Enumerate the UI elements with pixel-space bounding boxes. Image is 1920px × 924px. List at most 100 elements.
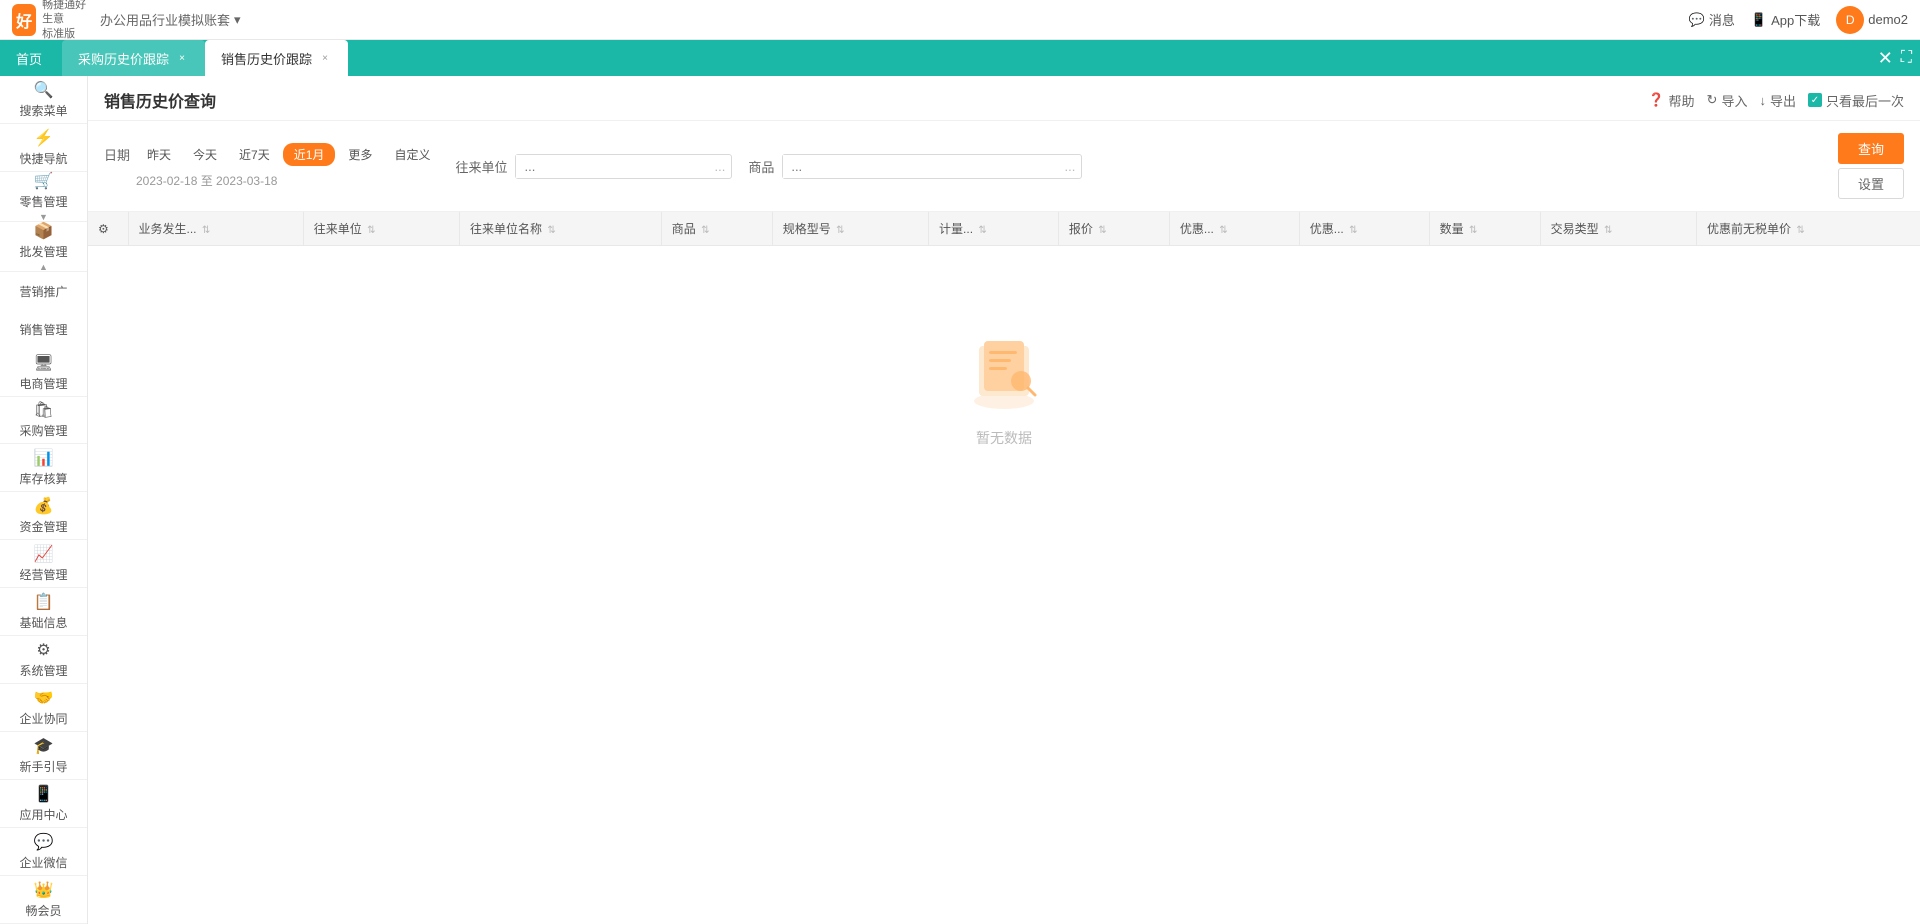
sidebar-item-wholesale-mgmt[interactable]: 📦 批发管理 ▲: [0, 222, 87, 272]
logo-text: 畅捷通好生意 标准版: [42, 0, 92, 41]
collab-icon: 🤝: [34, 688, 54, 708]
th-pre-tax-price-label: 优惠前无税单价: [1707, 222, 1791, 236]
th-partner-name[interactable]: 往来单位名称 ⇅: [460, 212, 662, 246]
th-partner-code-label: 往来单位: [314, 222, 362, 236]
import-icon: ↻: [1707, 92, 1718, 108]
sort-partner-code-icon: ⇅: [367, 225, 375, 236]
partner-input-wrap: ...: [515, 154, 732, 179]
sidebar-finance-label: 资金管理: [19, 518, 67, 535]
logo-line2: 标准版: [42, 27, 92, 41]
only-last-checkbox-wrap[interactable]: 只看最后一次: [1808, 91, 1904, 110]
app-download-button[interactable]: 📱 App下载: [1751, 10, 1820, 29]
sidebar-item-enterprise-collab[interactable]: 🤝 企业协同: [0, 684, 87, 732]
th-quantity-label: 数量: [1440, 222, 1464, 236]
th-quantity[interactable]: 数量 ⇅: [1429, 212, 1540, 246]
empty-image: [959, 326, 1049, 416]
th-partner-code[interactable]: 往来单位 ⇅: [303, 212, 459, 246]
user-menu[interactable]: D demo2: [1836, 6, 1908, 34]
date-btn-1month[interactable]: 近1月: [283, 143, 336, 166]
tab-bar: 首页 采购历史价跟踪 × 销售历史价跟踪 × ✕ ⛶: [0, 40, 1920, 76]
th-discount2[interactable]: 优惠... ⇅: [1299, 212, 1429, 246]
date-btn-more[interactable]: 更多: [339, 143, 381, 166]
sidebar-basic-label: 基础信息: [19, 614, 67, 631]
sidebar-item-system-mgmt[interactable]: ⚙ 系统管理: [0, 636, 87, 684]
date-filter-group: 日期 昨天 今天 近7天 近1月 更多 自定义 2023-02-18 至 202…: [104, 143, 439, 189]
product-input[interactable]: [783, 155, 1058, 178]
sidebar-item-app-center[interactable]: 📱 应用中心: [0, 780, 87, 828]
sidebar-item-basic-info[interactable]: 📋 基础信息: [0, 588, 87, 636]
sidebar-item-finance[interactable]: 💰 资金管理: [0, 492, 87, 540]
sidebar-item-inventory[interactable]: 📊 库存核算: [0, 444, 87, 492]
th-discount2-label: 优惠...: [1310, 222, 1344, 236]
export-action[interactable]: ↓ 导出: [1759, 91, 1796, 110]
th-biz-date[interactable]: 业务发生... ⇅: [128, 212, 303, 246]
sidebar-sub-marketing[interactable]: 营销推广: [0, 272, 87, 310]
th-price[interactable]: 报价 ⇅: [1058, 212, 1169, 246]
tab-sales-history-label: 销售历史价跟踪: [221, 49, 312, 68]
page: 销售历史价查询 ❓ 帮助 ↻ 导入 ↓ 导出: [88, 76, 1920, 924]
member-icon: 👑: [34, 880, 54, 900]
logo-symbol: 好: [16, 8, 32, 32]
th-pre-tax-price[interactable]: 优惠前无税单价 ⇅: [1696, 212, 1920, 246]
tab-sales-history[interactable]: 销售历史价跟踪 ×: [205, 40, 348, 76]
settings-button[interactable]: 设置: [1838, 168, 1904, 199]
th-trade-type[interactable]: 交易类型 ⇅: [1540, 212, 1696, 246]
sidebar-item-quick-nav[interactable]: ⚡ 快捷导航: [0, 124, 87, 172]
sidebar-item-search-menu[interactable]: 🔍 搜索菜单: [0, 76, 87, 124]
th-unit[interactable]: 计量... ⇅: [929, 212, 1059, 246]
th-product[interactable]: 商品 ⇅: [661, 212, 772, 246]
partner-input-dots[interactable]: ...: [708, 155, 731, 178]
top-bar-right: 💬 消息 📱 App下载 D demo2: [1689, 6, 1908, 34]
sidebar-item-operations[interactable]: 📈 经营管理: [0, 540, 87, 588]
sidebar-retail-label: 零售管理: [19, 193, 67, 210]
sidebar-item-member[interactable]: 👑 畅会员: [0, 876, 87, 924]
sidebar-item-enterprise-wechat[interactable]: 💬 企业微信: [0, 828, 87, 876]
tab-home[interactable]: 首页: [0, 40, 58, 76]
partner-input[interactable]: [516, 155, 708, 178]
sort-pre-tax-icon: ⇅: [1796, 225, 1804, 236]
th-gear[interactable]: ⚙: [88, 212, 128, 246]
operations-icon: 📈: [34, 544, 54, 564]
sidebar-sales-label: 销售管理: [19, 321, 67, 338]
tab-purchase-history-close[interactable]: ×: [175, 51, 189, 65]
only-last-checkbox[interactable]: [1808, 93, 1822, 107]
sidebar-item-retail-mgmt[interactable]: 🛒 零售管理 ▼: [0, 172, 87, 222]
message-button[interactable]: 💬 消息: [1689, 10, 1735, 29]
product-filter-group: 商品 ...: [748, 154, 1082, 179]
top-bar: 好 畅捷通好生意 标准版 办公用品行业模拟账套 ▾ 💬 消息 📱 App下载 D…: [0, 0, 1920, 40]
message-icon: 💬: [1689, 12, 1705, 28]
sidebar-item-purchase[interactable]: 🛍 采购管理: [0, 397, 87, 445]
sort-discount2-icon: ⇅: [1349, 225, 1357, 236]
th-discount1[interactable]: 优惠... ⇅: [1169, 212, 1299, 246]
query-button[interactable]: 查询: [1838, 133, 1904, 164]
date-btn-custom[interactable]: 自定义: [385, 143, 439, 166]
partner-filter-label: 往来单位: [455, 157, 507, 176]
date-btn-yesterday[interactable]: 昨天: [138, 143, 180, 166]
search-icon: 🔍: [34, 80, 54, 100]
gear-icon[interactable]: ⚙: [98, 222, 109, 236]
maximize-icon[interactable]: ⛶: [1901, 49, 1912, 67]
date-filter-label: 日期: [104, 145, 130, 164]
th-spec[interactable]: 规格型号 ⇅: [772, 212, 928, 246]
import-action[interactable]: ↻ 导入: [1707, 91, 1748, 110]
sidebar-item-new-guide[interactable]: 🎓 新手引导: [0, 732, 87, 780]
guide-icon: 🎓: [34, 736, 54, 756]
sidebar-quick-nav-label: 快捷导航: [19, 150, 67, 167]
sidebar-search-menu-label: 搜索菜单: [19, 102, 67, 119]
export-label: 导出: [1770, 91, 1796, 110]
close-window-icon[interactable]: ✕: [1878, 48, 1893, 69]
sidebar-item-ecommerce[interactable]: 🖥 电商管理: [0, 349, 87, 397]
tab-sales-history-close[interactable]: ×: [318, 51, 332, 65]
tab-bar-actions: ✕ ⛶: [1878, 48, 1920, 69]
tab-purchase-history[interactable]: 采购历史价跟踪 ×: [62, 40, 205, 76]
help-action[interactable]: ❓ 帮助: [1648, 91, 1694, 110]
app-selector[interactable]: 办公用品行业模拟账套 ▾: [100, 10, 241, 29]
sidebar-sub-sales-mgmt[interactable]: 销售管理: [0, 310, 87, 348]
sidebar-purchase-label: 采购管理: [19, 422, 67, 439]
download-icon: 📱: [1751, 12, 1767, 28]
app-download-label: App下载: [1771, 10, 1820, 29]
date-btn-today[interactable]: 今天: [184, 143, 226, 166]
date-btn-7days[interactable]: 近7天: [230, 143, 279, 166]
th-spec-label: 规格型号: [783, 222, 831, 236]
product-input-dots[interactable]: ...: [1058, 155, 1081, 178]
